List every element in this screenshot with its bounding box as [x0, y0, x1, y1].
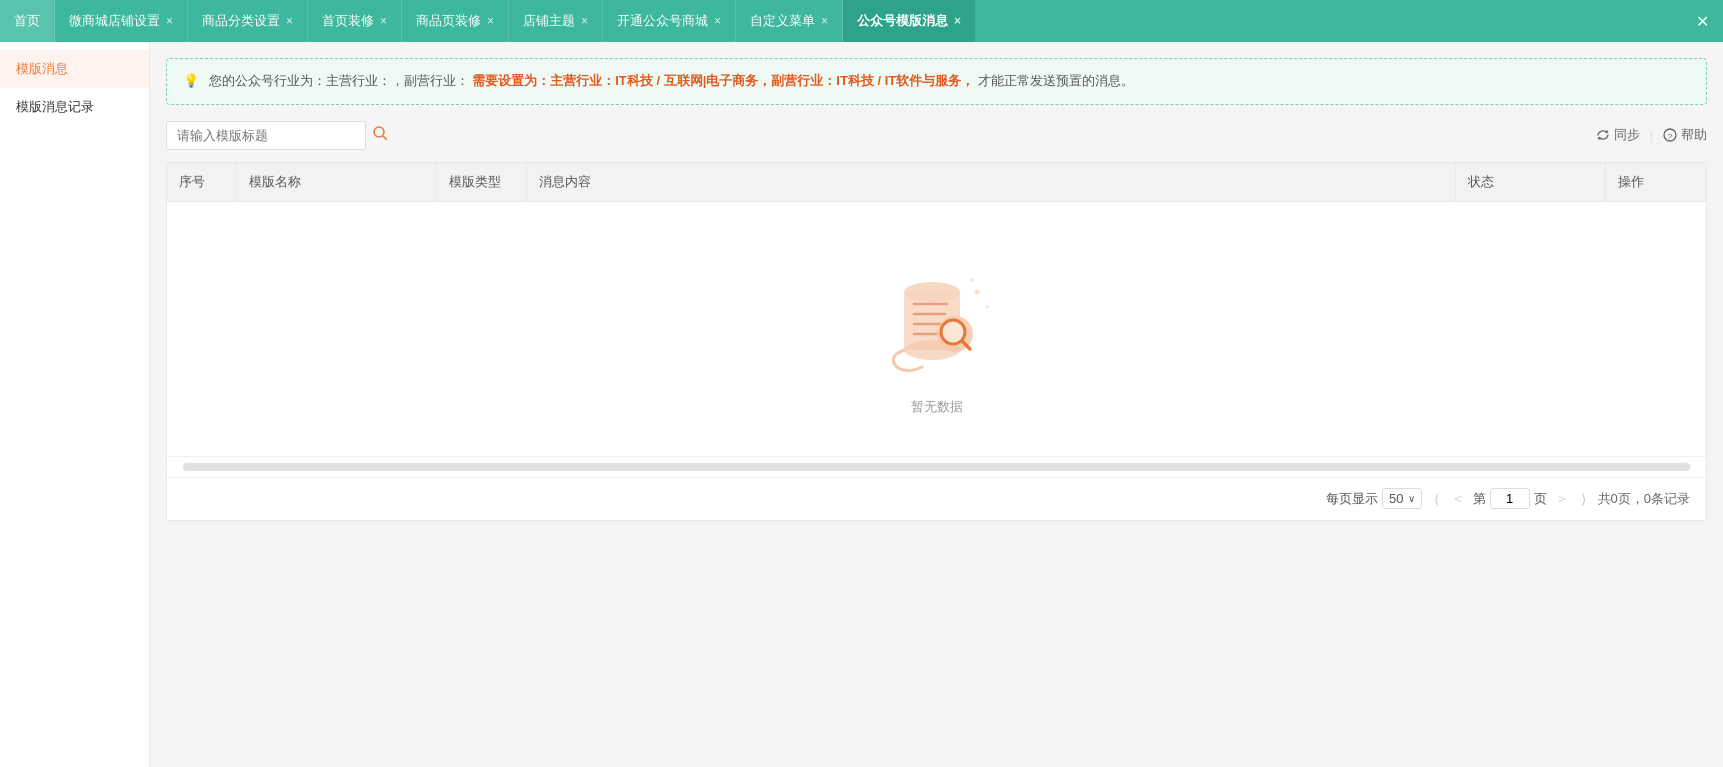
divider: |	[1650, 128, 1653, 143]
sync-button[interactable]: 同步	[1596, 126, 1640, 144]
sync-icon	[1596, 128, 1610, 142]
nav-tab-home-label: 首页	[14, 12, 40, 30]
search-button[interactable]	[372, 125, 388, 145]
close-all-icon: ✕	[1696, 12, 1709, 31]
th-content-label: 消息内容	[539, 174, 591, 189]
close-product-icon[interactable]: ×	[487, 15, 494, 27]
help-label: 帮助	[1681, 126, 1707, 144]
page-size-value: 50	[1389, 491, 1403, 506]
sidebar-item-template-msg[interactable]: 模版消息	[0, 50, 149, 88]
th-action: 操作	[1606, 163, 1706, 201]
help-button[interactable]: ? 帮助	[1663, 126, 1707, 144]
last-page-button[interactable]: ⟩	[1577, 489, 1590, 509]
notice-text-before: 您的公众号行业为：主营行业：，副营行业：	[209, 73, 469, 88]
nav-tab-shop-theme-label: 店铺主题	[523, 12, 575, 30]
main-layout: 模版消息 模版消息记录 💡 您的公众号行业为：主营行业：，副营行业： 需要设置为…	[0, 42, 1723, 767]
first-page-button[interactable]: ⟨	[1430, 489, 1443, 509]
th-type-label: 模版类型	[449, 174, 501, 189]
nav-tab-homepage-decorate[interactable]: 首页装修 ×	[308, 0, 402, 42]
page-size-select: 每页显示 50 ∨	[1326, 488, 1421, 509]
page-navigation: ⟨ ＜ 第 页 ＞ ⟩	[1430, 488, 1590, 510]
notice-text-after: 才能正常发送预置的消息。	[978, 73, 1134, 88]
prev-page-button[interactable]: ＜	[1447, 488, 1469, 510]
sidebar-item-template-msg-record-label: 模版消息记录	[16, 99, 94, 114]
svg-text:?: ?	[1668, 132, 1673, 141]
page-label-after: 页	[1534, 490, 1547, 508]
svg-line-1	[383, 136, 387, 140]
scrollbar-track[interactable]	[183, 463, 1690, 471]
close-category-icon[interactable]: ×	[286, 15, 293, 27]
th-seq-label: 序号	[179, 174, 205, 189]
data-table: 序号 模版名称 模版类型 消息内容 状态 操作	[166, 162, 1707, 521]
search-left	[166, 121, 388, 150]
help-icon: ?	[1663, 128, 1677, 142]
nav-tab-category-settings[interactable]: 商品分类设置 ×	[188, 0, 308, 42]
sidebar-item-template-msg-record[interactable]: 模版消息记录	[0, 88, 149, 126]
nav-tab-open-mall[interactable]: 开通公众号商城 ×	[603, 0, 736, 42]
close-template-msg-icon[interactable]: ×	[954, 15, 961, 27]
next-page-button[interactable]: ＞	[1551, 488, 1573, 510]
th-action-label: 操作	[1618, 174, 1644, 189]
page-label-before: 第	[1473, 490, 1486, 508]
table-header: 序号 模版名称 模版类型 消息内容 状态 操作	[167, 163, 1706, 202]
nav-tab-custom-menu[interactable]: 自定义菜单 ×	[736, 0, 843, 42]
search-input[interactable]	[166, 121, 366, 150]
horizontal-scrollbar[interactable]	[167, 456, 1706, 477]
nav-tab-open-mall-label: 开通公众号商城	[617, 12, 708, 30]
close-open-mall-icon[interactable]: ×	[714, 15, 721, 27]
nav-tab-shop-settings-label: 微商城店铺设置	[69, 12, 160, 30]
notice-icon: 💡	[183, 73, 199, 88]
search-right: 同步 | ? 帮助	[1596, 126, 1707, 144]
nav-tab-product-label: 商品页装修	[416, 12, 481, 30]
sidebar-item-template-msg-label: 模版消息	[16, 61, 68, 76]
nav-tab-shop-settings[interactable]: 微商城店铺设置 ×	[55, 0, 188, 42]
nav-tab-template-msg-label: 公众号模版消息	[857, 12, 948, 30]
empty-illustration	[877, 262, 997, 382]
pagination: 每页显示 50 ∨ ⟨ ＜ 第 页 ＞ ⟩ 共0页，0条记录	[167, 477, 1706, 520]
empty-state: 暂无数据	[167, 202, 1706, 456]
sync-label: 同步	[1614, 126, 1640, 144]
nav-tab-template-msg[interactable]: 公众号模版消息 ×	[843, 0, 976, 42]
nav-tab-product-decorate[interactable]: 商品页装修 ×	[402, 0, 509, 42]
th-seq: 序号	[167, 163, 237, 201]
empty-text: 暂无数据	[911, 398, 963, 416]
th-status: 状态	[1456, 163, 1606, 201]
notice-highlight-text: 需要设置为：主营行业：IT科技 / 互联网|电子商务，副营行业：IT科技 / I…	[472, 73, 974, 88]
th-type: 模版类型	[437, 163, 527, 201]
th-content: 消息内容	[527, 163, 1456, 201]
chevron-down-icon: ∨	[1408, 493, 1415, 504]
svg-point-16	[970, 278, 974, 282]
close-shop-theme-icon[interactable]: ×	[581, 15, 588, 27]
nav-tab-home[interactable]: 首页	[0, 0, 55, 42]
per-page-label: 每页显示	[1326, 490, 1378, 508]
notice-box: 💡 您的公众号行业为：主营行业：，副营行业： 需要设置为：主营行业：IT科技 /…	[166, 58, 1707, 105]
close-shop-settings-icon[interactable]: ×	[166, 15, 173, 27]
sidebar: 模版消息 模版消息记录	[0, 42, 150, 767]
th-name-label: 模版名称	[249, 174, 301, 189]
nav-tab-shop-theme[interactable]: 店铺主题 ×	[509, 0, 603, 42]
nav-tab-category-label: 商品分类设置	[202, 12, 280, 30]
top-navigation: 首页 微商城店铺设置 × 商品分类设置 × 首页装修 × 商品页装修 × 店铺主…	[0, 0, 1723, 42]
search-icon	[372, 125, 388, 141]
th-status-label: 状态	[1468, 174, 1494, 189]
svg-point-14	[974, 289, 979, 294]
page-number-input[interactable]	[1490, 488, 1530, 509]
th-name: 模版名称	[237, 163, 437, 201]
nav-tab-homepage-label: 首页装修	[322, 12, 374, 30]
search-bar: 同步 | ? 帮助	[166, 121, 1707, 150]
close-custom-menu-icon[interactable]: ×	[821, 15, 828, 27]
close-homepage-icon[interactable]: ×	[380, 15, 387, 27]
nav-tab-custom-menu-label: 自定义菜单	[750, 12, 815, 30]
svg-point-15	[985, 305, 989, 309]
total-info: 共0页，0条记录	[1598, 490, 1690, 508]
page-size-dropdown[interactable]: 50 ∨	[1382, 488, 1421, 509]
content-area: 💡 您的公众号行业为：主营行业：，副营行业： 需要设置为：主营行业：IT科技 /…	[150, 42, 1723, 767]
close-all-tabs-button[interactable]: ✕	[1682, 0, 1723, 42]
